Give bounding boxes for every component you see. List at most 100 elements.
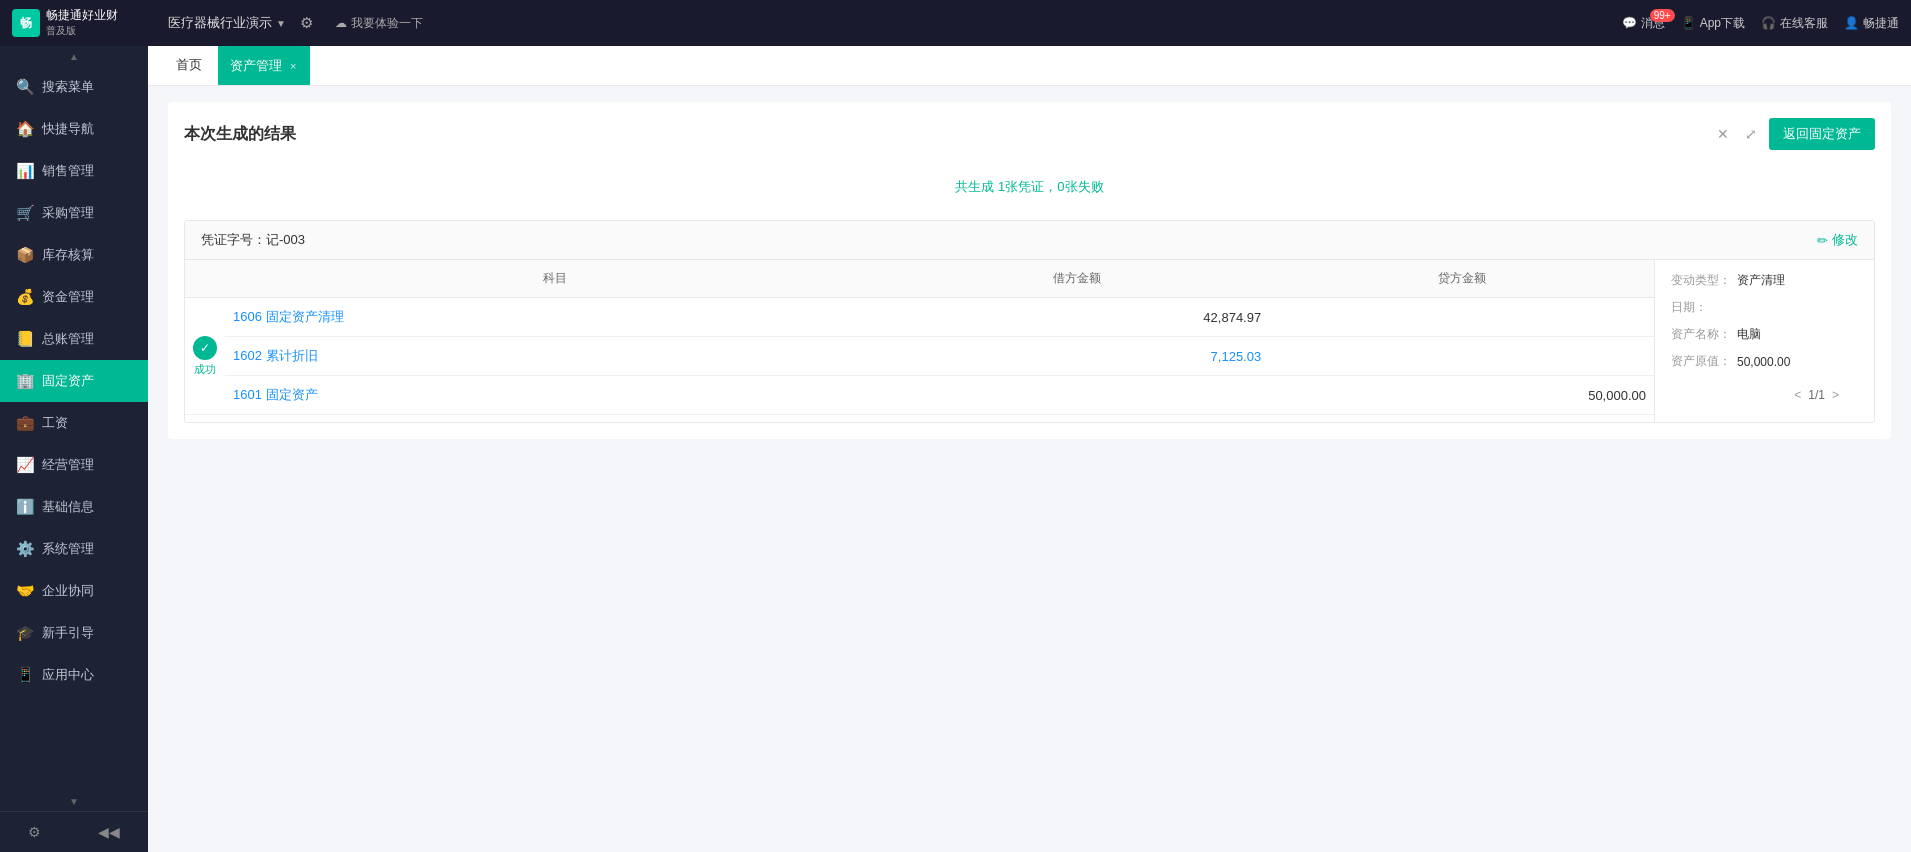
return-button[interactable]: 返回固定资产 (1769, 118, 1875, 150)
credit-1601: 50,000.00 (1269, 376, 1654, 415)
sidebar-label-fixed-assets: 固定资产 (42, 372, 94, 390)
customer-service-action[interactable]: 🎧 在线客服 (1761, 15, 1828, 32)
table-row: ✓ 成功 1606 固定资产清理 42,874.97 (185, 298, 1654, 337)
sidebar-item-operations[interactable]: 📈 经营管理 (0, 444, 148, 486)
voucher-right-panel: 变动类型： 资产清理 日期： 资产名称： 电脑 (1654, 260, 1874, 422)
edit-label: 修改 (1832, 231, 1858, 249)
sidebar-label-basic-info: 基础信息 (42, 498, 94, 516)
sidebar-label-enterprise: 企业协同 (42, 582, 94, 600)
guide-icon: 🎓 (16, 624, 34, 642)
app-download-label: App下载 (1700, 15, 1745, 32)
sidebar-item-inventory[interactable]: 📦 库存核算 (0, 234, 148, 276)
page-info: 1/1 (1808, 388, 1825, 402)
voucher-table: 科目 借方金额 贷方金额 ✓ 成功 (185, 260, 1654, 415)
scroll-down-arrow[interactable]: ▼ (0, 791, 148, 811)
prev-page-button[interactable]: < (1791, 388, 1804, 402)
sidebar-scroll: 🔍 搜索菜单 🏠 快捷导航 📊 销售管理 🛒 采购管理 📦 库存核算 💰 (0, 66, 148, 791)
collapse-sidebar-button[interactable]: ◀◀ (90, 820, 128, 844)
user-area[interactable]: 👤 畅捷通 (1844, 15, 1899, 32)
cloud-icon: ☁ (335, 16, 347, 30)
debit-1606: 42,874.97 (884, 298, 1269, 337)
sidebar-label-sales: 销售管理 (42, 162, 94, 180)
user-name: 畅捷通 (1863, 15, 1899, 32)
debit-1601 (884, 376, 1269, 415)
result-title-row: 本次生成的结果 ✕ ⤢ 返回固定资产 (184, 118, 1875, 150)
enterprise-icon: 🤝 (16, 582, 34, 600)
scroll-up-arrow[interactable]: ▲ (0, 46, 148, 66)
sidebar-item-basic-info[interactable]: ℹ️ 基础信息 (0, 486, 148, 528)
sidebar-label-funds: 资金管理 (42, 288, 94, 306)
settings-button[interactable]: ⚙ (294, 12, 319, 34)
phone-icon: 📱 (1681, 16, 1696, 30)
success-label: 成功 (193, 362, 217, 377)
change-type-row: 变动类型： 资产清理 (1671, 272, 1858, 289)
table-row: 1601 固定资产 50,000.00 (185, 376, 1654, 415)
voucher-body: 科目 借方金额 贷方金额 ✓ 成功 (185, 260, 1874, 422)
sidebar: ▲ 🔍 搜索菜单 🏠 快捷导航 📊 销售管理 🛒 采购管理 📦 库存核算 (0, 46, 148, 852)
asset-name-row: 资产名称： 电脑 (1671, 326, 1858, 343)
next-page-button[interactable]: > (1829, 388, 1842, 402)
header-right: 💬 消息 99+ 📱 App下载 🎧 在线客服 👤 畅捷通 (1622, 15, 1899, 32)
logo-icon: 畅 (12, 9, 40, 37)
customer-service-label: 在线客服 (1780, 15, 1828, 32)
user-icon: 👤 (1844, 16, 1859, 30)
change-type-label: 变动类型： (1671, 272, 1731, 289)
subject-1606: 1606 固定资产清理 (225, 298, 884, 337)
sidebar-label-quick-nav: 快捷导航 (42, 120, 94, 138)
messages-action[interactable]: 💬 消息 99+ (1622, 15, 1665, 32)
headset-icon: 🎧 (1761, 16, 1776, 30)
sidebar-item-payroll[interactable]: 💼 工资 (0, 402, 148, 444)
row-status-cell: ✓ 成功 (185, 298, 225, 415)
table-row: 1602 累计折旧 7,125.03 (185, 337, 1654, 376)
sidebar-item-purchase[interactable]: 🛒 采购管理 (0, 192, 148, 234)
fixed-assets-icon: 🏢 (16, 372, 34, 390)
subject-1601: 1601 固定资产 (225, 376, 884, 415)
col-subject: 科目 (225, 260, 884, 298)
purchase-icon: 🛒 (16, 204, 34, 222)
sidebar-item-sales[interactable]: 📊 销售管理 (0, 150, 148, 192)
expand-panel-button[interactable]: ⤢ (1741, 124, 1761, 144)
sidebar-bottom: ⚙ ◀◀ (0, 811, 148, 852)
chevron-down-icon: ▼ (276, 18, 286, 29)
inventory-icon: 📦 (16, 246, 34, 264)
sidebar-item-ledger[interactable]: 📒 总账管理 (0, 318, 148, 360)
header-middle: 医疗器械行业演示 ▼ ⚙ ☁ 我要体验一下 (160, 12, 1622, 34)
app-download-action[interactable]: 📱 App下载 (1681, 15, 1745, 32)
trial-button[interactable]: ☁ 我要体验一下 (335, 15, 423, 32)
success-icon: ✓ (193, 336, 217, 360)
top-header: 畅 畅捷通好业财 普及版 医疗器械行业演示 ▼ ⚙ ☁ 我要体验一下 💬 消息 … (0, 0, 1911, 46)
settings-bottom-button[interactable]: ⚙ (20, 820, 49, 844)
sidebar-label-operations: 经营管理 (42, 456, 94, 474)
edit-icon: ✏ (1817, 233, 1828, 248)
pagination-row: < 1/1 > (1671, 380, 1858, 410)
sales-icon: 📊 (16, 162, 34, 180)
sidebar-label-app-center: 应用中心 (42, 666, 94, 684)
sidebar-item-search[interactable]: 🔍 搜索菜单 (0, 66, 148, 108)
tab-bar: 首页 资产管理 × (148, 46, 1911, 86)
sidebar-item-funds[interactable]: 💰 资金管理 (0, 276, 148, 318)
tab-home[interactable]: 首页 (164, 46, 214, 85)
logo-area: 畅 畅捷通好业财 普及版 (12, 8, 160, 38)
subject-1602: 1602 累计折旧 (225, 337, 884, 376)
sidebar-label-payroll: 工资 (42, 414, 68, 432)
funds-icon: 💰 (16, 288, 34, 306)
system-icon: ⚙️ (16, 540, 34, 558)
tab-asset-mgmt[interactable]: 资产管理 × (218, 46, 310, 85)
sidebar-item-quick-nav[interactable]: 🏠 快捷导航 (0, 108, 148, 150)
edit-voucher-button[interactable]: ✏ 修改 (1817, 231, 1858, 249)
content-area: 首页 资产管理 × 本次生成的结果 ✕ ⤢ 返回固定资产 共生成 (148, 46, 1911, 852)
tab-close-icon[interactable]: × (288, 59, 298, 73)
sidebar-label-guide: 新手引导 (42, 624, 94, 642)
sidebar-item-system[interactable]: ⚙️ 系统管理 (0, 528, 148, 570)
close-panel-button[interactable]: ✕ (1713, 124, 1733, 144)
sidebar-item-enterprise[interactable]: 🤝 企业协同 (0, 570, 148, 612)
sidebar-item-app-center[interactable]: 📱 应用中心 (0, 654, 148, 696)
company-selector[interactable]: 医疗器械行业演示 ▼ (168, 14, 286, 32)
original-value-row: 资产原值： 50,000.00 (1671, 353, 1858, 370)
sidebar-item-guide[interactable]: 🎓 新手引导 (0, 612, 148, 654)
sidebar-item-fixed-assets[interactable]: 🏢 固定资产 (0, 360, 148, 402)
basic-info-icon: ℹ️ (16, 498, 34, 516)
ledger-icon: 📒 (16, 330, 34, 348)
result-summary: 共生成 1张凭证，0张失败 (184, 166, 1875, 208)
sidebar-label-purchase: 采购管理 (42, 204, 94, 222)
